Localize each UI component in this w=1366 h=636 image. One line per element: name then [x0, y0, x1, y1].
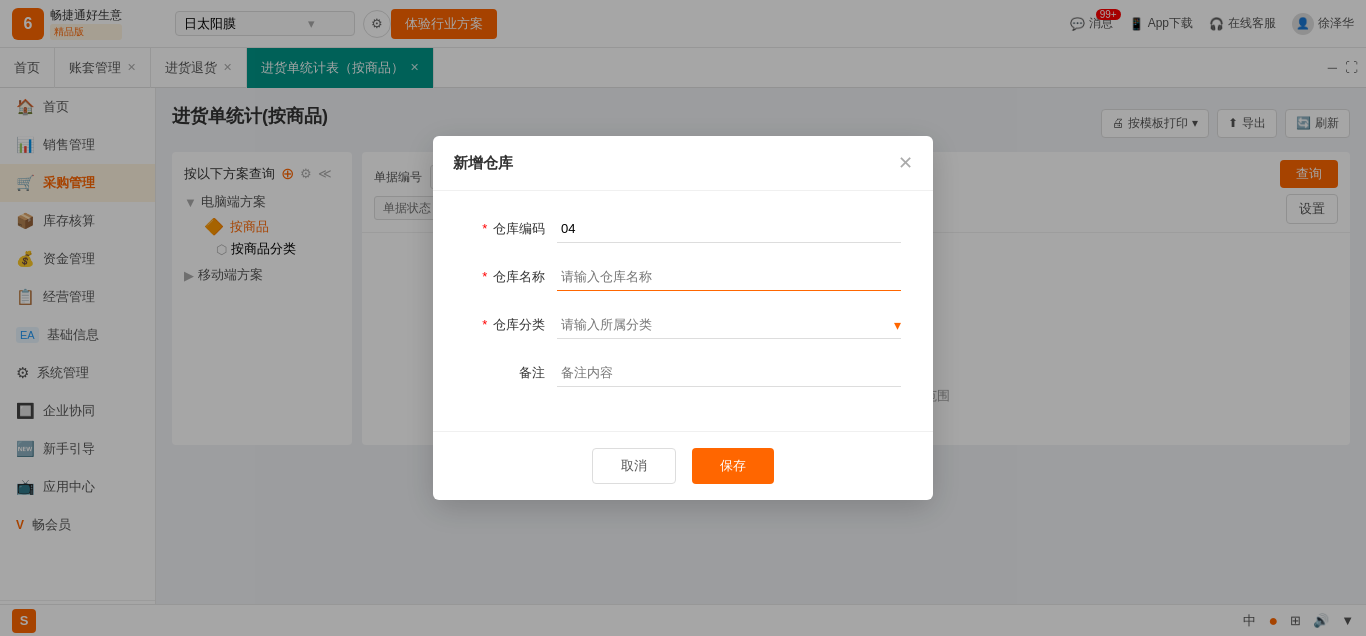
add-warehouse-modal: 新增仓库 ✕ * 仓库编码 * 仓库名称 [433, 136, 933, 500]
modal-footer: 取消 保存 [433, 431, 933, 500]
warehouse-name-input[interactable] [557, 263, 901, 291]
warehouse-category-select[interactable]: ▾ [557, 311, 901, 339]
warehouse-note-input[interactable] [557, 359, 901, 387]
save-btn[interactable]: 保存 [692, 448, 774, 484]
modal-body: * 仓库编码 * 仓库名称 * 仓库分类 [433, 191, 933, 431]
warehouse-category-row: * 仓库分类 ▾ [465, 311, 901, 339]
warehouse-category-input[interactable] [557, 311, 894, 338]
warehouse-note-row: 备注 [465, 359, 901, 387]
warehouse-code-label: * 仓库编码 [465, 220, 545, 238]
warehouse-code-input[interactable] [557, 215, 901, 243]
modal-header: 新增仓库 ✕ [433, 136, 933, 191]
modal-title: 新增仓库 [453, 154, 513, 173]
warehouse-note-label: 备注 [465, 364, 545, 382]
warehouse-category-label: * 仓库分类 [465, 316, 545, 334]
warehouse-name-label: * 仓库名称 [465, 268, 545, 286]
modal-close-btn[interactable]: ✕ [898, 152, 913, 174]
warehouse-name-row: * 仓库名称 [465, 263, 901, 291]
modal-overlay: 新增仓库 ✕ * 仓库编码 * 仓库名称 [0, 0, 1366, 636]
category-chevron-icon: ▾ [894, 317, 901, 333]
cancel-btn[interactable]: 取消 [592, 448, 676, 484]
warehouse-code-row: * 仓库编码 [465, 215, 901, 243]
